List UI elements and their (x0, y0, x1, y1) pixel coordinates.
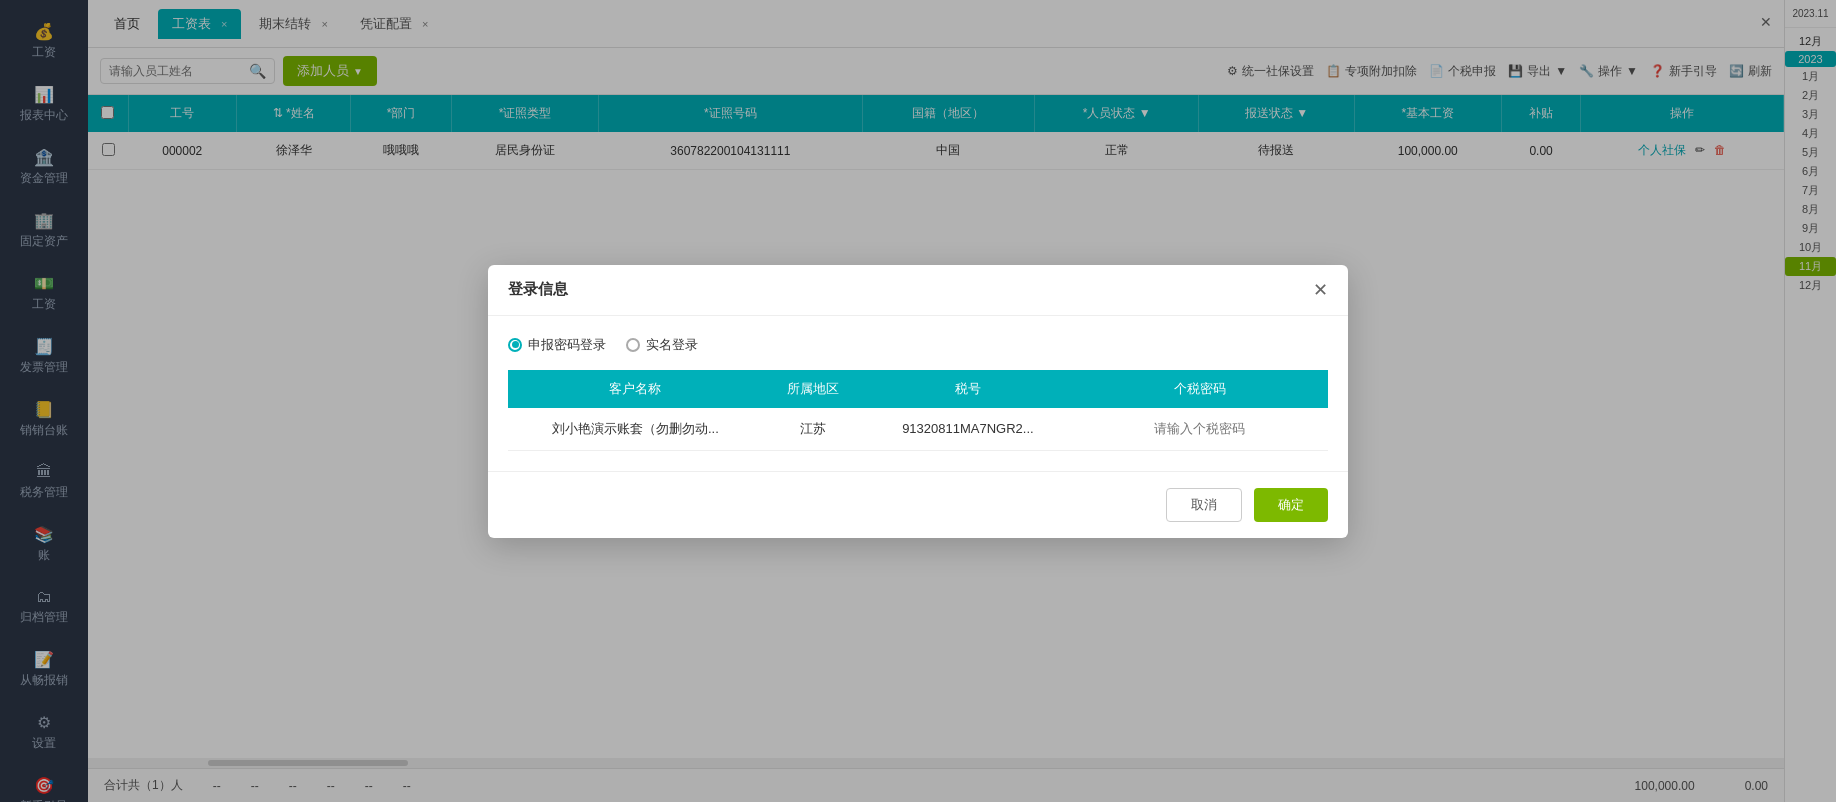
confirm-button[interactable]: 确定 (1254, 488, 1328, 522)
cancel-button[interactable]: 取消 (1166, 488, 1242, 522)
radio-password-login-circle (508, 338, 522, 352)
inner-col-region: 所属地区 (763, 370, 864, 408)
inner-table-row: 刘小艳演示账套（勿删勿动... 江苏 91320811MA7NGR2... (508, 408, 1328, 451)
modal-header: 登录信息 ✕ (488, 265, 1348, 316)
inner-cell-region: 江苏 (763, 408, 864, 451)
login-method-radio-group: 申报密码登录 实名登录 (508, 336, 1328, 354)
modal-body: 申报密码登录 实名登录 客户名称 所属地区 税号 个税密码 (488, 316, 1348, 471)
modal-close-button[interactable]: ✕ (1313, 279, 1328, 301)
inner-col-tax-password: 个税密码 (1072, 370, 1328, 408)
tax-password-input[interactable] (1084, 421, 1316, 436)
modal-title: 登录信息 (508, 280, 568, 299)
modal-footer: 取消 确定 (488, 471, 1348, 538)
login-info-modal: 登录信息 ✕ 申报密码登录 实名登录 (488, 265, 1348, 538)
modal-overlay: 登录信息 ✕ 申报密码登录 实名登录 (0, 0, 1836, 802)
inner-cell-tax-password[interactable] (1072, 408, 1328, 451)
inner-cell-tax-id: 91320811MA7NGR2... (864, 408, 1072, 451)
radio-realname-login-circle (626, 338, 640, 352)
radio-realname-login[interactable]: 实名登录 (626, 336, 698, 354)
inner-cell-client-name: 刘小艳演示账套（勿删勿动... (508, 408, 763, 451)
radio-password-login[interactable]: 申报密码登录 (508, 336, 606, 354)
login-info-table: 客户名称 所属地区 税号 个税密码 刘小艳演示账套（勿删勿动... 江苏 913… (508, 370, 1328, 451)
inner-col-tax-id: 税号 (864, 370, 1072, 408)
inner-col-client-name: 客户名称 (508, 370, 763, 408)
